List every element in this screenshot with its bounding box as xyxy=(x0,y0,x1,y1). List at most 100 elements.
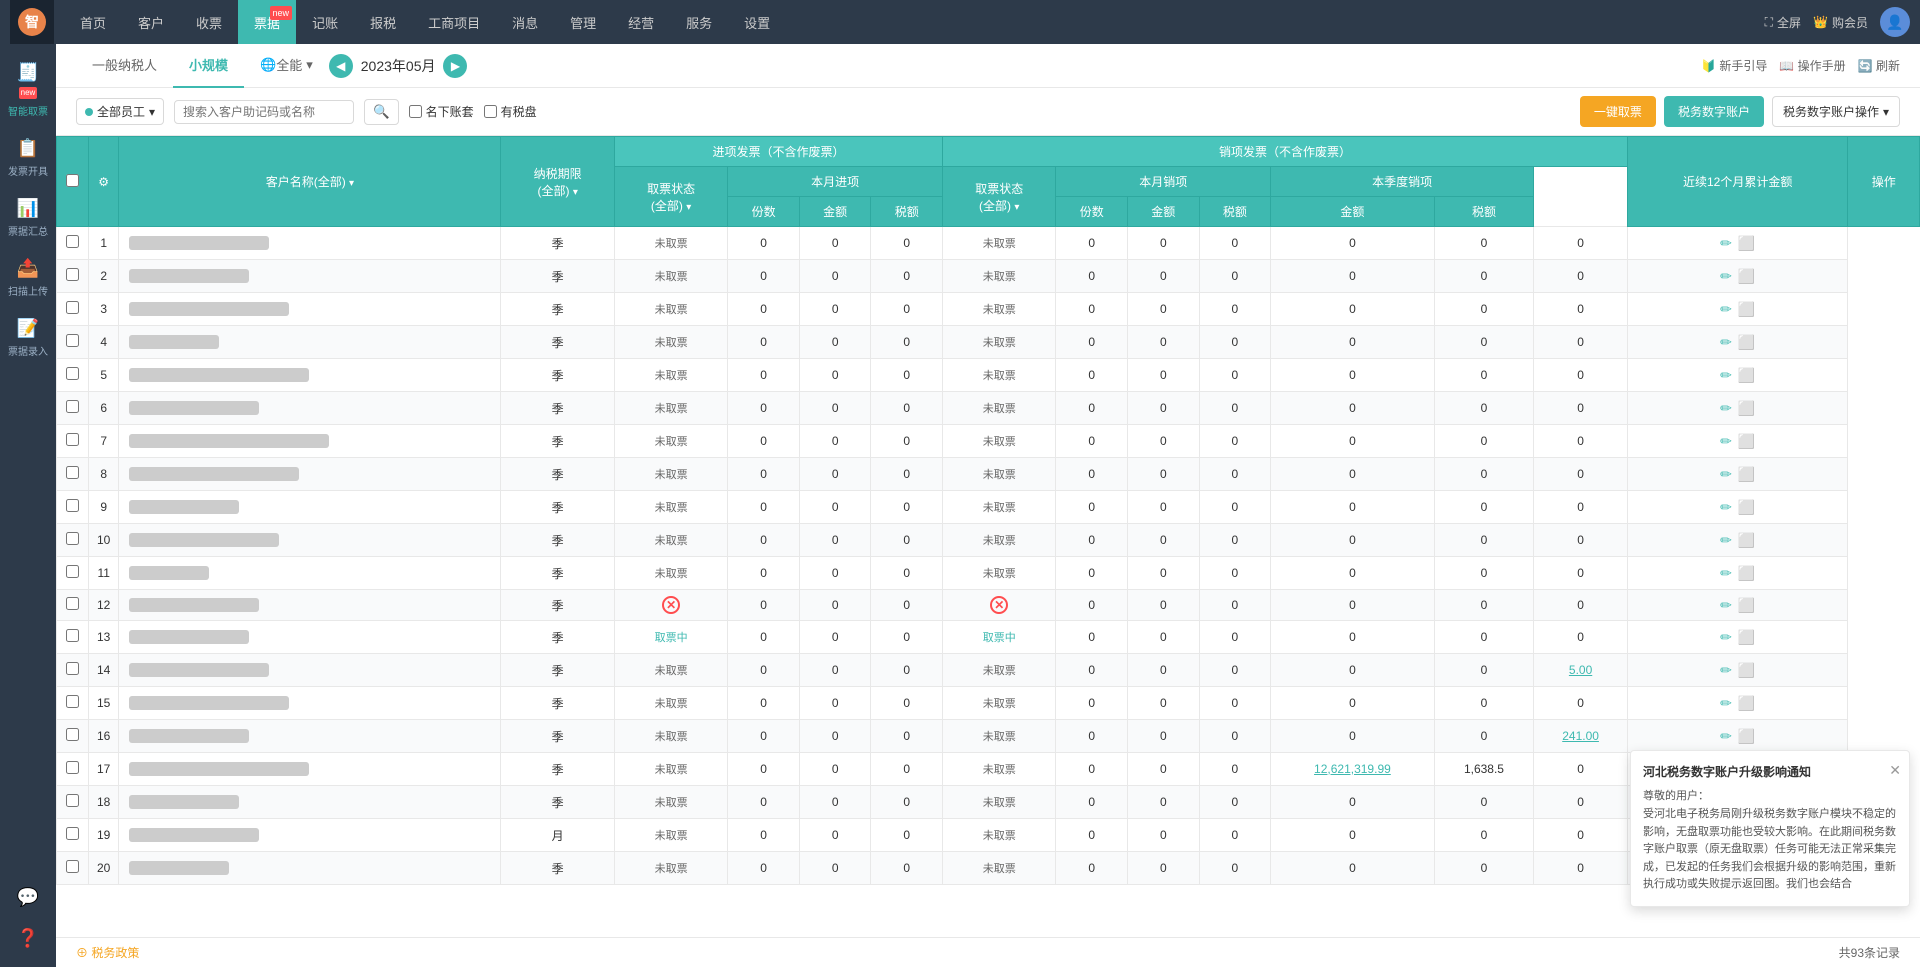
edit-action-icon[interactable]: ✏ xyxy=(1720,268,1732,285)
row-checkbox[interactable] xyxy=(66,860,79,873)
quarter-amt-cell: 0 xyxy=(1271,621,1435,654)
search-button[interactable]: 🔍 xyxy=(364,99,399,125)
notification-close-btn[interactable]: ✕ xyxy=(1889,759,1901,781)
copy-action-icon[interactable]: ⬜ xyxy=(1738,334,1755,351)
row-checkbox[interactable] xyxy=(66,268,79,281)
row-checkbox[interactable] xyxy=(66,761,79,774)
copy-action-icon[interactable]: ⬜ xyxy=(1738,695,1755,712)
row-checkbox[interactable] xyxy=(66,334,79,347)
col-month-income: 本月进项 xyxy=(728,167,943,197)
edit-action-icon[interactable]: ✏ xyxy=(1720,597,1732,614)
copy-action-icon[interactable]: ⬜ xyxy=(1738,367,1755,384)
row-checkbox[interactable] xyxy=(66,301,79,314)
nav-operation[interactable]: 经营 xyxy=(612,0,670,44)
row-checkbox[interactable] xyxy=(66,794,79,807)
copy-action-icon[interactable]: ⬜ xyxy=(1738,532,1755,549)
nav-customer[interactable]: 客户 xyxy=(122,0,180,44)
nav-invoice[interactable]: 票据new xyxy=(238,0,296,44)
row-checkbox[interactable] xyxy=(66,367,79,380)
edit-action-icon[interactable]: ✏ xyxy=(1720,629,1732,646)
fullscreen-btn[interactable]: ⛶ 全屏 xyxy=(1765,14,1801,31)
row-checkbox[interactable] xyxy=(66,235,79,248)
copy-action-icon[interactable]: ⬜ xyxy=(1738,235,1755,252)
user-avatar[interactable]: 👤 xyxy=(1880,7,1910,37)
edit-action-icon[interactable]: ✏ xyxy=(1720,695,1732,712)
one-click-import-btn[interactable]: 一键取票 xyxy=(1580,96,1656,127)
sidebar-chat[interactable]: 💬 xyxy=(3,879,53,916)
sidebar-help[interactable]: ❓ xyxy=(3,920,53,957)
nav-message[interactable]: 消息 xyxy=(496,0,554,44)
edit-action-icon[interactable]: ✏ xyxy=(1720,367,1732,384)
row-checkbox[interactable] xyxy=(66,466,79,479)
nav-tax[interactable]: 报税 xyxy=(354,0,412,44)
row-checkbox[interactable] xyxy=(66,827,79,840)
actions-cell: ✏ ⬜ xyxy=(1627,260,1847,293)
copy-action-icon[interactable]: ⬜ xyxy=(1738,662,1755,679)
ledger-checkbox[interactable] xyxy=(409,105,422,118)
row-checkbox[interactable] xyxy=(66,728,79,741)
row-checkbox[interactable] xyxy=(66,400,79,413)
select-all-checkbox[interactable] xyxy=(66,174,79,187)
nav-manage[interactable]: 管理 xyxy=(554,0,612,44)
period-prev-btn[interactable]: ◀ xyxy=(329,54,353,78)
sidebar-item-scan[interactable]: 📤 扫描上传 xyxy=(3,250,53,306)
settings-icon[interactable]: ⚙ xyxy=(98,175,109,189)
sidebar-item-summary[interactable]: 📊 票据汇总 xyxy=(3,190,53,246)
edit-action-icon[interactable]: ✏ xyxy=(1720,532,1732,549)
digital-account-btn[interactable]: 税务数字账户 xyxy=(1664,96,1764,127)
digital-account-ops-btn[interactable]: 税务数字账户操作 ▾ xyxy=(1772,96,1900,127)
sidebar-item-entry[interactable]: 📝 票据录入 xyxy=(3,310,53,366)
row-checkbox[interactable] xyxy=(66,629,79,642)
edit-action-icon[interactable]: ✏ xyxy=(1720,334,1732,351)
ledger-checkbox-label[interactable]: 名下账套 xyxy=(409,103,474,120)
copy-action-icon[interactable]: ⬜ xyxy=(1738,629,1755,646)
edit-action-icon[interactable]: ✏ xyxy=(1720,499,1732,516)
nav-home[interactable]: 首页 xyxy=(64,0,122,44)
edit-action-icon[interactable]: ✏ xyxy=(1720,662,1732,679)
copy-action-icon[interactable]: ⬜ xyxy=(1738,499,1755,516)
row-checkbox[interactable] xyxy=(66,597,79,610)
tax-disk-checkbox-label[interactable]: 有税盘 xyxy=(484,103,537,120)
nav-receive[interactable]: 收票 xyxy=(180,0,238,44)
period-next-btn[interactable]: ▶ xyxy=(443,54,467,78)
employee-select[interactable]: 全部员工 ▾ xyxy=(76,98,164,125)
copy-action-icon[interactable]: ⬜ xyxy=(1738,301,1755,318)
sidebar-item-open-invoice[interactable]: 📋 发票开具 xyxy=(3,130,53,186)
edit-action-icon[interactable]: ✏ xyxy=(1720,400,1732,417)
row-checkbox[interactable] xyxy=(66,662,79,675)
edit-action-icon[interactable]: ✏ xyxy=(1720,466,1732,483)
copy-action-icon[interactable]: ⬜ xyxy=(1738,565,1755,582)
unget-status-in: 未取票 xyxy=(649,693,694,713)
nav-settings[interactable]: 设置 xyxy=(728,0,786,44)
edit-action-icon[interactable]: ✏ xyxy=(1720,235,1732,252)
sidebar-item-smart-invoice[interactable]: 🧾 new 智能取票 xyxy=(3,54,53,126)
copy-action-icon[interactable]: ⬜ xyxy=(1738,400,1755,417)
row-checkbox[interactable] xyxy=(66,532,79,545)
edit-action-icon[interactable]: ✏ xyxy=(1720,433,1732,450)
nav-accounting[interactable]: 记账 xyxy=(296,0,354,44)
row-checkbox[interactable] xyxy=(66,695,79,708)
copy-action-icon[interactable]: ⬜ xyxy=(1738,466,1755,483)
nav-business[interactable]: 工商项目 xyxy=(412,0,496,44)
row-checkbox[interactable] xyxy=(66,433,79,446)
tab-all[interactable]: 🌐 全能 ▾ xyxy=(244,44,329,88)
copy-action-icon[interactable]: ⬜ xyxy=(1738,268,1755,285)
tax-policy-link[interactable]: ⊕ 税务政策 xyxy=(76,944,139,961)
tab-general-taxpayer[interactable]: 一般纳税人 xyxy=(76,44,173,88)
search-input[interactable] xyxy=(174,100,354,124)
row-checkbox[interactable] xyxy=(66,565,79,578)
manual-link[interactable]: 📖 操作手册 xyxy=(1779,57,1845,74)
copy-action-icon[interactable]: ⬜ xyxy=(1738,728,1755,745)
edit-action-icon[interactable]: ✏ xyxy=(1720,565,1732,582)
copy-action-icon[interactable]: ⬜ xyxy=(1738,433,1755,450)
new-guide-link[interactable]: 🔰 新手引导 xyxy=(1701,57,1767,74)
tax-disk-checkbox[interactable] xyxy=(484,105,497,118)
edit-action-icon[interactable]: ✏ xyxy=(1720,301,1732,318)
copy-action-icon[interactable]: ⬜ xyxy=(1738,597,1755,614)
nav-service[interactable]: 服务 xyxy=(670,0,728,44)
edit-action-icon[interactable]: ✏ xyxy=(1720,728,1732,745)
row-checkbox[interactable] xyxy=(66,499,79,512)
membership-btn[interactable]: 👑 购会员 xyxy=(1813,14,1868,31)
refresh-link[interactable]: 🔄 刷新 xyxy=(1858,57,1900,74)
tab-small-scale[interactable]: 小规模 xyxy=(173,44,244,88)
